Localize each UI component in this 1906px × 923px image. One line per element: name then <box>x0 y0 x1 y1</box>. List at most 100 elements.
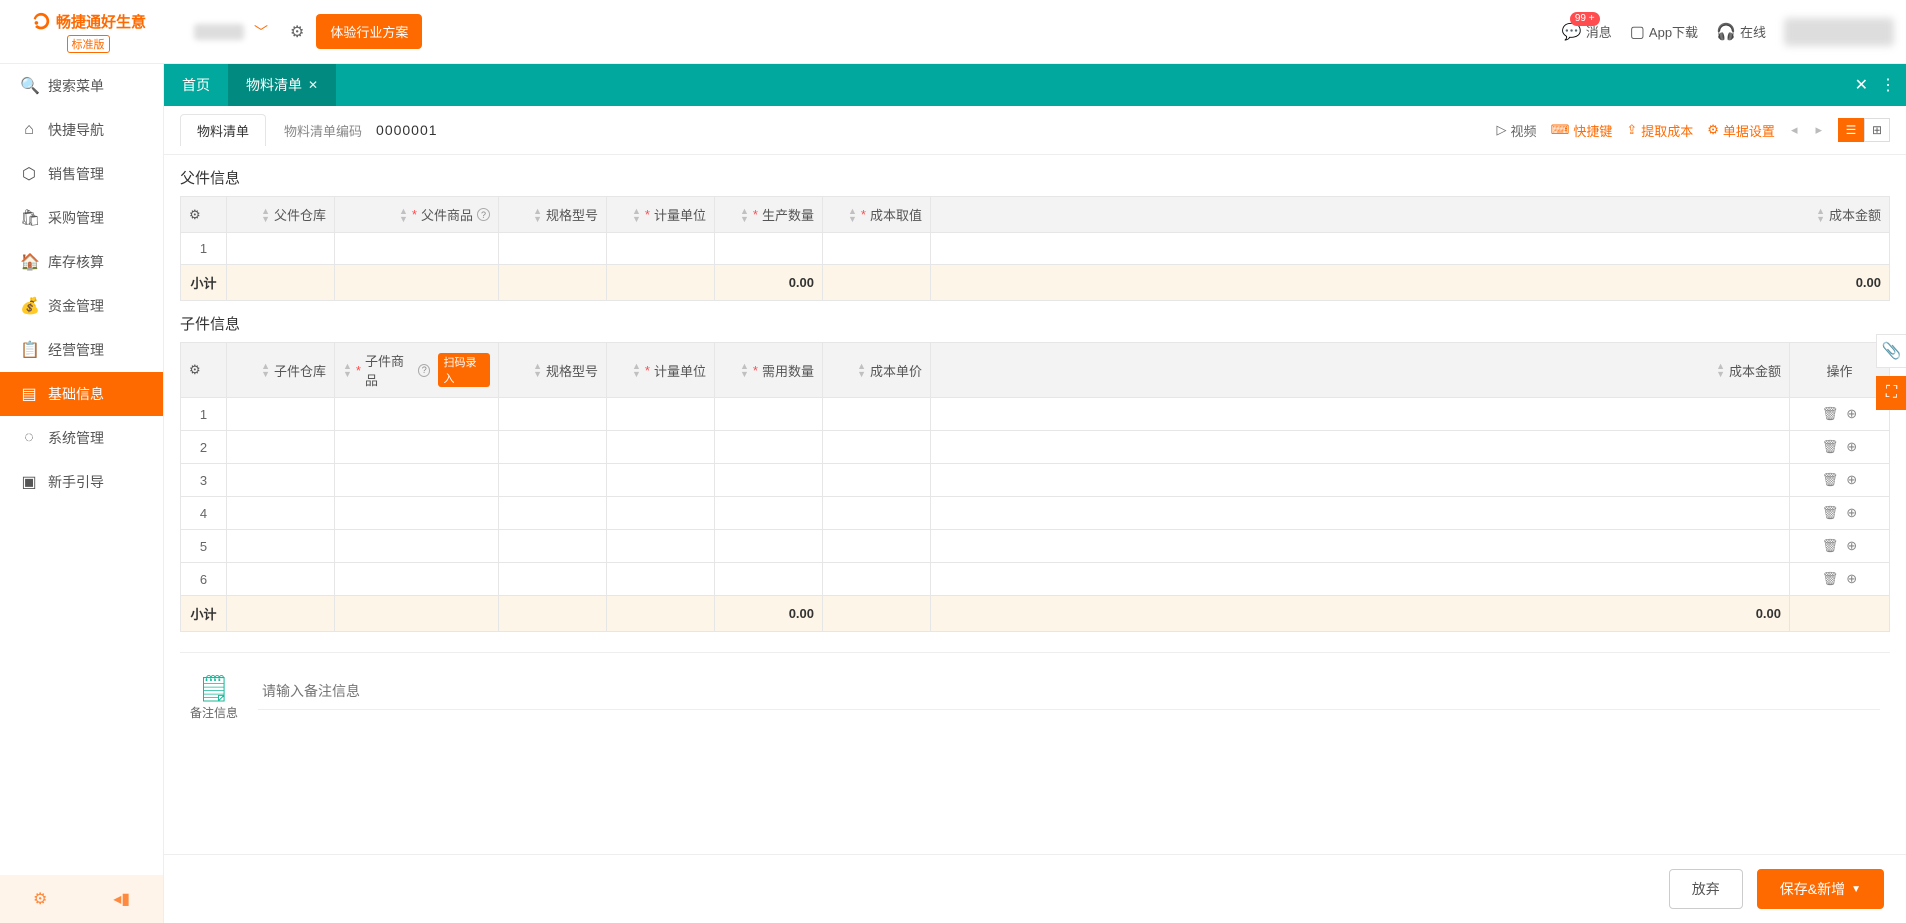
company-settings-icon[interactable]: ⚙ <box>290 22 304 42</box>
column-config-icon[interactable]: ⚙ <box>181 197 227 233</box>
col-parent-product[interactable]: ▲▼*父件商品? <box>335 197 499 233</box>
company-selector[interactable]: ﹀ <box>184 18 278 46</box>
cell-child-product[interactable] <box>335 530 499 563</box>
cell-child-unit-cost[interactable] <box>823 398 931 431</box>
view-card-button[interactable]: ⊞ <box>1864 118 1890 142</box>
cell-parent-qty[interactable] <box>715 233 823 265</box>
cell-parent-product[interactable] <box>335 233 499 265</box>
add-row-icon[interactable]: ⊕ <box>1846 571 1857 586</box>
delete-row-icon[interactable]: 🗑 <box>1822 571 1839 586</box>
col-parent-qty[interactable]: ▲▼*生产数量 <box>715 197 823 233</box>
child-table-row[interactable]: 5🗑⊕ <box>181 530 1890 563</box>
sidebar-item-basic-info[interactable]: ▤基础信息 <box>0 372 163 416</box>
cell-child-unit-cost[interactable] <box>823 530 931 563</box>
tab-home[interactable]: 首页 <box>164 64 228 106</box>
cell-parent-spec[interactable] <box>499 233 607 265</box>
col-child-product[interactable]: ▲▼*子件商品?扫码录入 <box>335 343 499 398</box>
col-parent-spec[interactable]: ▲▼规格型号 <box>499 197 607 233</box>
cell-child-amount[interactable] <box>931 497 1790 530</box>
discard-button[interactable]: 放弃 <box>1669 869 1743 909</box>
sidebar-collapse-icon[interactable]: ◂▮ <box>113 889 130 909</box>
extract-cost-link[interactable]: ⇪提取成本 <box>1626 121 1693 140</box>
tab-bom[interactable]: 物料清单 ✕ <box>228 64 336 106</box>
online-support-button[interactable]: 🎧 在线 <box>1716 22 1766 42</box>
child-table-row[interactable]: 4🗑⊕ <box>181 497 1890 530</box>
add-row-icon[interactable]: ⊕ <box>1846 538 1857 553</box>
prev-doc-button[interactable]: ◂ <box>1789 122 1800 138</box>
cell-child-unit[interactable] <box>607 563 715 596</box>
cell-child-unit[interactable] <box>607 431 715 464</box>
child-table-row[interactable]: 6🗑⊕ <box>181 563 1890 596</box>
delete-row-icon[interactable]: 🗑 <box>1822 505 1839 520</box>
doc-settings-link[interactable]: ⚙单据设置 <box>1707 121 1775 140</box>
cell-child-unit-cost[interactable] <box>823 497 931 530</box>
sidebar-item-system[interactable]: ◌系统管理 <box>0 416 163 460</box>
cell-child-product[interactable] <box>335 398 499 431</box>
scan-input-badge[interactable]: 扫码录入 <box>438 353 490 387</box>
add-row-icon[interactable]: ⊕ <box>1846 406 1857 421</box>
delete-row-icon[interactable]: 🗑 <box>1822 472 1839 487</box>
remark-input[interactable] <box>258 673 1880 710</box>
cell-child-amount[interactable] <box>931 398 1790 431</box>
cell-child-spec[interactable] <box>499 530 607 563</box>
cell-parent-unit[interactable] <box>607 233 715 265</box>
col-child-unit[interactable]: ▲▼*计量单位 <box>607 343 715 398</box>
sidebar-item-guide[interactable]: ▣新手引导 <box>0 460 163 504</box>
add-row-icon[interactable]: ⊕ <box>1846 505 1857 520</box>
sidebar-item-sales[interactable]: ⬡销售管理 <box>0 152 163 196</box>
cell-child-amount[interactable] <box>931 563 1790 596</box>
sidebar-item-operations[interactable]: 📋经营管理 <box>0 328 163 372</box>
cell-child-warehouse[interactable] <box>227 563 335 596</box>
user-area-blurred[interactable] <box>1784 18 1894 46</box>
help-icon[interactable]: ? <box>477 208 490 221</box>
parent-table-row[interactable]: 1 <box>181 233 1890 265</box>
messages-button[interactable]: 99 + 💬 消息 <box>1562 22 1612 42</box>
sidebar-item-quicknav[interactable]: ⌂快捷导航 <box>0 108 163 152</box>
try-industry-button[interactable]: 体验行业方案 <box>316 14 422 49</box>
cell-child-product[interactable] <box>335 497 499 530</box>
cell-child-unit[interactable] <box>607 497 715 530</box>
delete-row-icon[interactable]: 🗑 <box>1822 439 1839 454</box>
cell-child-amount[interactable] <box>931 464 1790 497</box>
sidebar-item-inventory[interactable]: 🏠库存核算 <box>0 240 163 284</box>
help-icon[interactable]: ? <box>418 364 430 377</box>
cell-child-warehouse[interactable] <box>227 398 335 431</box>
cell-child-spec[interactable] <box>499 497 607 530</box>
app-download-button[interactable]: ▢ App下载 <box>1630 22 1698 42</box>
cell-child-product[interactable] <box>335 431 499 464</box>
col-child-amount[interactable]: ▲▼成本金额 <box>931 343 1790 398</box>
cell-child-spec[interactable] <box>499 431 607 464</box>
add-row-icon[interactable]: ⊕ <box>1846 472 1857 487</box>
save-and-new-button[interactable]: 保存&新增 ▼ <box>1757 869 1884 909</box>
col-child-unit-cost[interactable]: ▲▼成本单价 <box>823 343 931 398</box>
cell-child-product[interactable] <box>335 464 499 497</box>
column-config-icon[interactable]: ⚙ <box>181 343 227 398</box>
cell-child-qty[interactable] <box>715 563 823 596</box>
cell-child-amount[interactable] <box>931 431 1790 464</box>
next-doc-button[interactable]: ▸ <box>1813 122 1824 138</box>
cell-child-spec[interactable] <box>499 563 607 596</box>
sidebar-item-finance[interactable]: 💰资金管理 <box>0 284 163 328</box>
cell-child-qty[interactable] <box>715 431 823 464</box>
attachment-button[interactable]: 📎 <box>1876 334 1906 368</box>
cell-parent-amount[interactable] <box>931 233 1890 265</box>
cell-child-qty[interactable] <box>715 530 823 563</box>
video-link[interactable]: ▷视频 <box>1497 121 1537 140</box>
child-table-row[interactable]: 2🗑⊕ <box>181 431 1890 464</box>
col-child-qty[interactable]: ▲▼*需用数量 <box>715 343 823 398</box>
cell-child-unit-cost[interactable] <box>823 464 931 497</box>
close-icon[interactable]: ✕ <box>308 78 318 92</box>
col-child-warehouse[interactable]: ▲▼子件仓库 <box>227 343 335 398</box>
cell-child-warehouse[interactable] <box>227 464 335 497</box>
cell-child-warehouse[interactable] <box>227 497 335 530</box>
col-parent-cost-method[interactable]: ▲▼*成本取值 <box>823 197 931 233</box>
add-row-icon[interactable]: ⊕ <box>1846 439 1857 454</box>
cell-child-amount[interactable] <box>931 530 1790 563</box>
cell-child-qty[interactable] <box>715 497 823 530</box>
cell-child-spec[interactable] <box>499 398 607 431</box>
cell-child-unit[interactable] <box>607 530 715 563</box>
cell-child-spec[interactable] <box>499 464 607 497</box>
cell-child-qty[interactable] <box>715 464 823 497</box>
expand-button[interactable]: ⛶ <box>1876 376 1906 410</box>
col-parent-warehouse[interactable]: ▲▼父件仓库 <box>227 197 335 233</box>
